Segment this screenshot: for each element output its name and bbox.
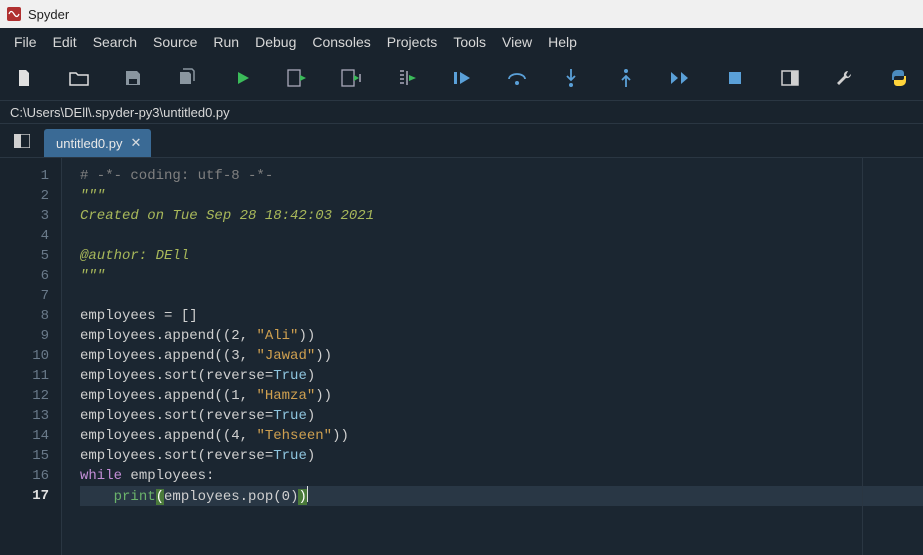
tab-untitled0[interactable]: untitled0.py ✕ <box>44 129 151 157</box>
window-title: Spyder <box>28 7 69 22</box>
python-icon[interactable] <box>888 66 909 90</box>
stop-icon[interactable] <box>725 66 746 90</box>
menu-help[interactable]: Help <box>542 32 583 52</box>
menu-source[interactable]: Source <box>147 32 203 52</box>
menubar: File Edit Search Source Run Debug Consol… <box>0 28 923 56</box>
menu-edit[interactable]: Edit <box>47 32 83 52</box>
menu-view[interactable]: View <box>496 32 538 52</box>
text-cursor <box>307 486 308 502</box>
file-path: C:\Users\DEll\.spyder-py3\untitled0.py <box>10 105 230 120</box>
debug-continue-icon[interactable] <box>452 66 473 90</box>
run-selection-icon[interactable] <box>397 66 418 90</box>
code-editor[interactable]: 1234 5678 9101112 13141516 17 # -*- codi… <box>0 158 923 555</box>
save-all-icon[interactable] <box>178 66 199 90</box>
menu-tools[interactable]: Tools <box>447 32 492 52</box>
panes-icon[interactable] <box>12 131 32 151</box>
menu-run[interactable]: Run <box>207 32 245 52</box>
toolbar <box>0 56 923 100</box>
tab-label: untitled0.py <box>56 136 123 151</box>
run-icon[interactable] <box>232 66 253 90</box>
step-out-icon[interactable] <box>616 66 637 90</box>
titlebar: Spyder <box>0 0 923 28</box>
open-file-icon[interactable] <box>69 66 90 90</box>
code-area[interactable]: # -*- coding: utf-8 -*- """ Created on T… <box>62 158 923 555</box>
step-over-icon[interactable] <box>507 66 528 90</box>
menu-debug[interactable]: Debug <box>249 32 302 52</box>
save-icon[interactable] <box>123 66 144 90</box>
menu-file[interactable]: File <box>8 32 43 52</box>
wrench-icon[interactable] <box>834 66 855 90</box>
menu-projects[interactable]: Projects <box>381 32 444 52</box>
line-gutter: 1234 5678 9101112 13141516 17 <box>0 158 62 555</box>
editor-tabs: untitled0.py ✕ <box>0 124 923 158</box>
layout-icon[interactable] <box>779 66 800 90</box>
run-cell-advance-icon[interactable] <box>341 66 363 90</box>
spyder-logo-icon <box>6 6 22 22</box>
menu-consoles[interactable]: Consoles <box>306 32 376 52</box>
menu-search[interactable]: Search <box>87 32 143 52</box>
step-into-icon[interactable] <box>561 66 582 90</box>
new-file-icon[interactable] <box>14 66 35 90</box>
editor-divider <box>862 158 863 555</box>
close-icon[interactable]: ✕ <box>131 135 142 151</box>
path-bar: C:\Users\DEll\.spyder-py3\untitled0.py <box>0 100 923 124</box>
debug-next-icon[interactable] <box>670 66 691 90</box>
run-cell-icon[interactable] <box>287 66 308 90</box>
